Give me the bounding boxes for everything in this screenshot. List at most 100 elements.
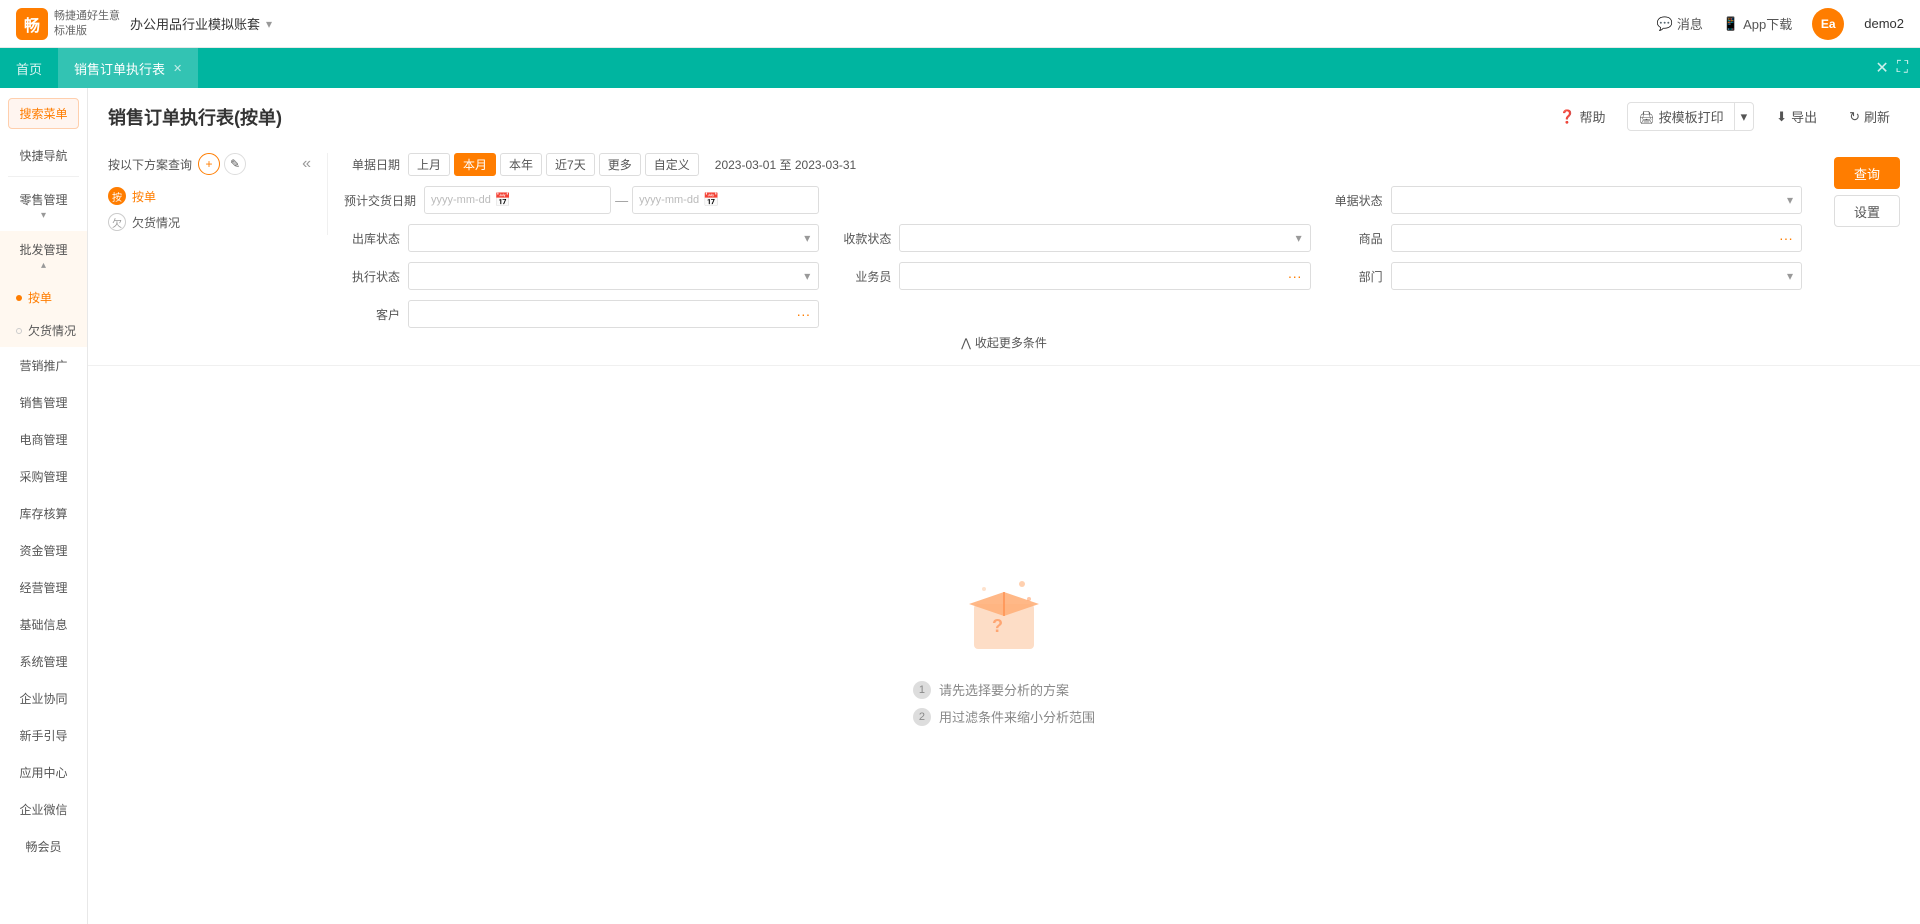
add-scheme-button[interactable]: + [198,153,220,175]
sidebar-item-marketing[interactable]: 营销推广 [0,347,87,384]
search-menu-button[interactable]: 搜索菜单 [8,98,79,129]
order-status-select[interactable]: ▾ [1391,186,1802,214]
customer-label: 客户 [344,306,400,323]
date-tag-more[interactable]: 更多 [599,153,641,176]
collapse-panel-button[interactable]: « [302,155,311,173]
content-area: 销售订单执行表(按单) ❓ 帮助 🖨 按模板打印 ▾ ⬇ 导出 [88,88,1920,924]
sidebar-item-wechat[interactable]: 企业微信 [0,791,87,828]
empty-illustration: ? [954,564,1054,664]
help-icon: ❓ [1559,109,1575,125]
customer-select[interactable]: ··· [408,300,819,328]
sidebar-subitem-order[interactable]: 按单 [0,281,87,314]
page-header-actions: ❓ 帮助 🖨 按模板打印 ▾ ⬇ 导出 ↻ 刷新 [1549,102,1900,131]
settings-button[interactable]: 设置 [1834,195,1900,227]
tab-maximize-icon[interactable]: ⛶ [1897,59,1908,77]
product-dots-icon: ··· [1779,230,1793,246]
edit-scheme-button[interactable]: ✎ [224,153,246,175]
sidebar-item-quick-nav[interactable]: 快捷导航 [0,139,87,172]
tab-sales-order[interactable]: 销售订单执行表 ✕ [58,48,198,88]
expected-delivery-label: 预计交货日期 [344,192,416,209]
sidebar-item-newbie[interactable]: 新手引导 [0,717,87,754]
sidebar-item-operations[interactable]: 经营管理 [0,569,87,606]
sidebar-item-enterprise[interactable]: 企业协同 [0,680,87,717]
refresh-button[interactable]: ↻ 刷新 [1839,103,1900,130]
filter-receipt-status: 收款状态 ▾ [835,224,1310,252]
logo-text: 畅捷通好生意 标准版 [54,9,120,38]
app-download-button[interactable]: 📱 App下载 [1723,14,1792,33]
filter-customer: 客户 ··· [344,300,819,328]
query-button[interactable]: 查询 [1834,157,1900,189]
empty-state: ? 1 请先选择要分析的方案 2 用过滤条件来缩小分析范围 [913,564,1095,726]
collapse-icon: ⋀ [961,336,971,350]
sidebar-item-basic[interactable]: 基础信息 [0,606,87,643]
sidebar-item-wholesale[interactable]: 批发管理 ▴ [0,231,87,281]
filter-panel: 按以下方案查询 + ✎ « 按 按单 欠 欠货情况 [88,141,1920,366]
export-button[interactable]: ⬇ 导出 [1766,103,1827,130]
tip-num-1: 1 [913,681,931,699]
print-main-button[interactable]: 🖨 按模板打印 [1628,103,1734,130]
logo-area: 畅 畅捷通好生意 标准版 [16,8,120,40]
out-status-select[interactable]: ▾ [408,224,819,252]
calendar-end-icon: 📅 [703,192,719,208]
logo-icon: 畅 [16,8,48,40]
tab-close-icon[interactable]: ✕ [173,62,182,75]
expected-date-start-input[interactable]: yyyy-mm-dd 📅 [424,186,611,214]
receipt-status-label: 收款状态 [835,230,891,247]
page-header: 销售订单执行表(按单) ❓ 帮助 🖨 按模板打印 ▾ ⬇ 导出 [88,88,1920,141]
chevron-down-icon: ▾ [1787,193,1793,207]
sidebar-item-member[interactable]: 畅会员 [0,828,87,865]
user-name[interactable]: demo2 [1864,16,1904,31]
main-layout: 搜索菜单 快捷导航 零售管理 ▾ 批发管理 ▴ 按单 欠货情况 营销推广 销售管 [0,88,1920,924]
message-button[interactable]: 💬 消息 [1657,14,1703,33]
filter-grid: 预计交货日期 yyyy-mm-dd 📅 — yyyy-mm-dd 📅 [344,186,1802,214]
salesperson-select[interactable]: ··· [899,262,1310,290]
product-select[interactable]: ··· [1391,224,1802,252]
date-tag-this-month[interactable]: 本月 [454,153,496,176]
sidebar-subitem-debt[interactable]: 欠货情况 [0,314,87,347]
dept-label: 部门 [1327,268,1383,285]
print-icon: 🖨 [1638,110,1655,125]
print-button-group: 🖨 按模板打印 ▾ [1627,102,1754,131]
avatar[interactable]: Ea [1812,8,1844,40]
sidebar-item-ecommerce[interactable]: 电商管理 [0,421,87,458]
app-title-chevron-icon[interactable]: ▾ [266,17,272,31]
filter-grid-row2: 出库状态 ▾ 收款状态 ▾ [344,224,1802,252]
empty-tip-2: 2 用过滤条件来缩小分析范围 [913,707,1095,726]
date-tag-this-year[interactable]: 本年 [500,153,542,176]
exec-status-select[interactable]: ▾ [408,262,819,290]
dept-select[interactable]: ▾ [1391,262,1802,290]
sidebar-item-retail[interactable]: 零售管理 ▾ [0,181,87,231]
sidebar: 搜索菜单 快捷导航 零售管理 ▾ 批发管理 ▴ 按单 欠货情况 营销推广 销售管 [0,88,88,924]
chevron-icon: ▾ [41,210,46,221]
sidebar-submenu-wholesale: 按单 欠货情况 [0,281,87,347]
date-range-display: 2023-03-01 至 2023-03-31 [715,156,856,173]
scheme-panel: 按以下方案查询 + ✎ « 按 按单 欠 欠货情况 [108,153,328,235]
salesperson-label: 业务员 [835,268,891,285]
date-range-text: 2023-03-01 至 2023-03-31 [715,156,856,173]
sidebar-item-inventory[interactable]: 库存核算 [0,495,87,532]
scheme-header: 按以下方案查询 + ✎ « [108,153,311,175]
help-button[interactable]: ❓ 帮助 [1549,103,1615,130]
scheme-item-debt[interactable]: 欠 欠货情况 [108,209,311,235]
print-dropdown-button[interactable]: ▾ [1735,105,1754,129]
sidebar-divider [8,176,79,177]
tab-home[interactable]: 首页 [0,48,58,88]
sidebar-item-purchase[interactable]: 采购管理 [0,458,87,495]
sidebar-item-sales[interactable]: 销售管理 [0,384,87,421]
product-label: 商品 [1327,230,1383,247]
sidebar-item-finance[interactable]: 资金管理 [0,532,87,569]
expected-date-end-input[interactable]: yyyy-mm-dd 📅 [632,186,819,214]
date-tag-last7[interactable]: 近7天 [546,153,595,176]
filter-out-status: 出库状态 ▾ [344,224,819,252]
app-title: 办公用品行业模拟账套 [130,14,260,33]
sidebar-item-system[interactable]: 系统管理 [0,643,87,680]
top-header-right: 💬 消息 📱 App下载 Ea demo2 [1657,8,1904,40]
tab-close-window-icon[interactable]: ✕ [1875,58,1888,78]
collapse-more-button[interactable]: ⋀ 收起更多条件 [108,328,1900,357]
date-tag-custom[interactable]: 自定义 [645,153,699,176]
sidebar-item-appstore[interactable]: 应用中心 [0,754,87,791]
order-status-label: 单据状态 [1327,192,1383,209]
receipt-status-select[interactable]: ▾ [899,224,1310,252]
scheme-item-order[interactable]: 按 按单 [108,183,311,209]
date-tag-last-month[interactable]: 上月 [408,153,450,176]
